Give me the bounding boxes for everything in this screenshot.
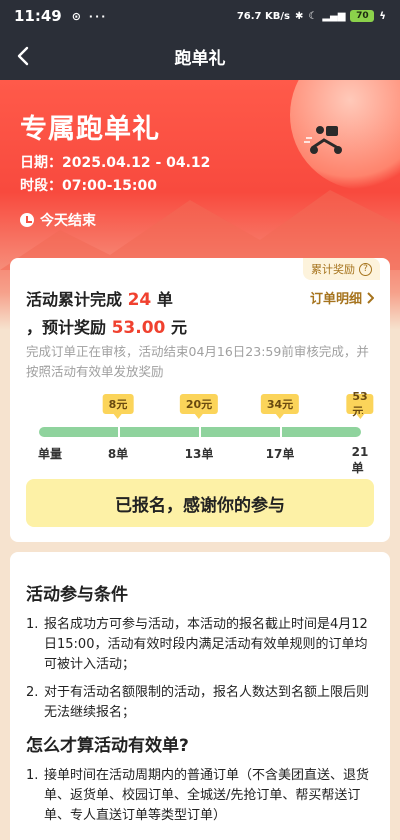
tier-reward-badge: 8元 xyxy=(102,394,134,419)
back-arrow-icon[interactable] xyxy=(12,44,36,68)
battery-icon: 70 xyxy=(350,10,375,22)
summary-line2: ，预计奖励 53.00 元 xyxy=(26,314,187,342)
tier-count-label: 8单 xyxy=(107,447,129,461)
tier-count-label: 21单 xyxy=(351,445,369,475)
rules-card: 活动参与条件 1. 报名成功方可参与活动，本活动的报名截止时间是4月12日15:0… xyxy=(10,552,390,840)
progress-tick xyxy=(118,427,120,437)
signed-up-button[interactable]: 已报名，感谢你的参与 xyxy=(26,479,374,527)
signal-icon: ▂▄▆ xyxy=(322,10,346,22)
order-detail-link[interactable]: 订单明细 xyxy=(310,288,374,307)
clock-icon xyxy=(20,213,34,227)
tier-reward-badge: 53元 xyxy=(346,390,374,419)
page-title: 跑单礼 xyxy=(174,48,226,69)
rule-text: 报名成功方可参与活动，本活动的报名截止时间是4月12日15:00，活动有效时段内… xyxy=(44,617,368,672)
activity-date: 日期：2025.04.12 - 04.12 xyxy=(20,155,211,171)
valid-order-list: 1. 接单时间在活动周期内的普通订单（不含美团直送、退货单、返货单、校园订单、全城… xyxy=(26,766,374,826)
summary-text: 活动累计完成 24 单 ，预计奖励 53.00 元 xyxy=(26,286,187,342)
status-time: 11:49 xyxy=(14,7,62,25)
summary-card: 累计奖励 ? 活动累计完成 24 单 ，预计奖励 53.00 元 订单明细 完成… xyxy=(10,258,390,542)
progress-tiers: 8元 20元 34元 53元 单量 8单 13单 17单 21单 xyxy=(26,390,376,475)
expected-reward-amount: 53.00 xyxy=(111,318,166,338)
list-item: 1. 报名成功方可参与活动，本活动的报名截止时间是4月12日15:00，活动有效时… xyxy=(26,617,368,672)
status-notification-icons: ⊙ ··· xyxy=(71,9,108,23)
end-status: 今天结束 xyxy=(20,210,96,230)
tier-reward-badge: 34元 xyxy=(260,394,300,419)
help-icon[interactable]: ? xyxy=(359,262,372,276)
summary-line1-suffix: 单 xyxy=(156,290,173,309)
progress-start-label: 单量 xyxy=(37,447,63,461)
nav-bar: 跑单礼 xyxy=(0,32,400,80)
rule-text: 对于有活动名额限制的活动，报名人数达到名额上限后则无法继续报名； xyxy=(44,685,370,720)
tier-count-label: 13单 xyxy=(184,447,214,461)
summary-line2-suffix: 元 xyxy=(170,318,187,337)
participation-conditions-list: 1. 报名成功方可参与活动，本活动的报名截止时间是4月12日15:00，活动有效时… xyxy=(26,615,374,723)
completed-count: 24 xyxy=(127,290,152,310)
net-speed: 76.7 KB/s xyxy=(236,10,290,22)
tier-count-label: 17单 xyxy=(265,447,295,461)
list-item: 1. 接单时间在活动周期内的普通订单（不含美团直送、退货单、返货单、校园订单、全城… xyxy=(26,768,370,823)
summary-line2-prefix: ，预计奖励 xyxy=(26,318,107,337)
rider-icon xyxy=(304,126,342,154)
cumulative-reward-tag[interactable]: 累计奖励 ? xyxy=(303,258,380,280)
summary-line1-prefix: 活动累计完成 xyxy=(26,290,123,309)
chevron-right-icon xyxy=(367,291,374,304)
rule-text: 接单时间在活动周期内的普通订单（不含美团直送、退货单、返货单、校园订单、全城送/… xyxy=(44,768,370,823)
order-detail-label: 订单明细 xyxy=(309,292,362,307)
charging-icon: ϟ xyxy=(379,10,386,22)
status-right: 76.7 KB/s ✱ ☾ ▂▄▆ 70 ϟ xyxy=(237,10,386,22)
progress-tick xyxy=(199,427,201,437)
activity-period: 时段：07:00-15:00 xyxy=(20,178,157,194)
bluetooth-icon: ✱ xyxy=(294,10,304,22)
cumulative-reward-label: 累计奖励 xyxy=(311,263,355,276)
list-item: 2. 对于有活动名额限制的活动，报名人数达到名额上限后则无法继续报名； xyxy=(26,685,370,720)
status-bar: 11:49 ⊙ ··· 76.7 KB/s ✱ ☾ ▂▄▆ 70 ϟ xyxy=(0,0,400,32)
summary-line1: 活动累计完成 24 单 xyxy=(26,286,187,314)
participation-conditions-title: 活动参与条件 xyxy=(26,585,128,605)
end-status-label: 今天结束 xyxy=(40,213,96,229)
moon-icon: ☾ xyxy=(308,10,318,22)
progress-tick xyxy=(280,427,282,437)
tier-reward-badge: 20元 xyxy=(179,394,219,419)
hero-title: 专属跑单礼 xyxy=(20,114,160,145)
review-note: 完成订单正在审核，活动结束04月16日23:59前审核完成，并按照活动有效单发放… xyxy=(26,344,369,379)
valid-order-title: 怎么才算活动有效单? xyxy=(26,736,189,756)
